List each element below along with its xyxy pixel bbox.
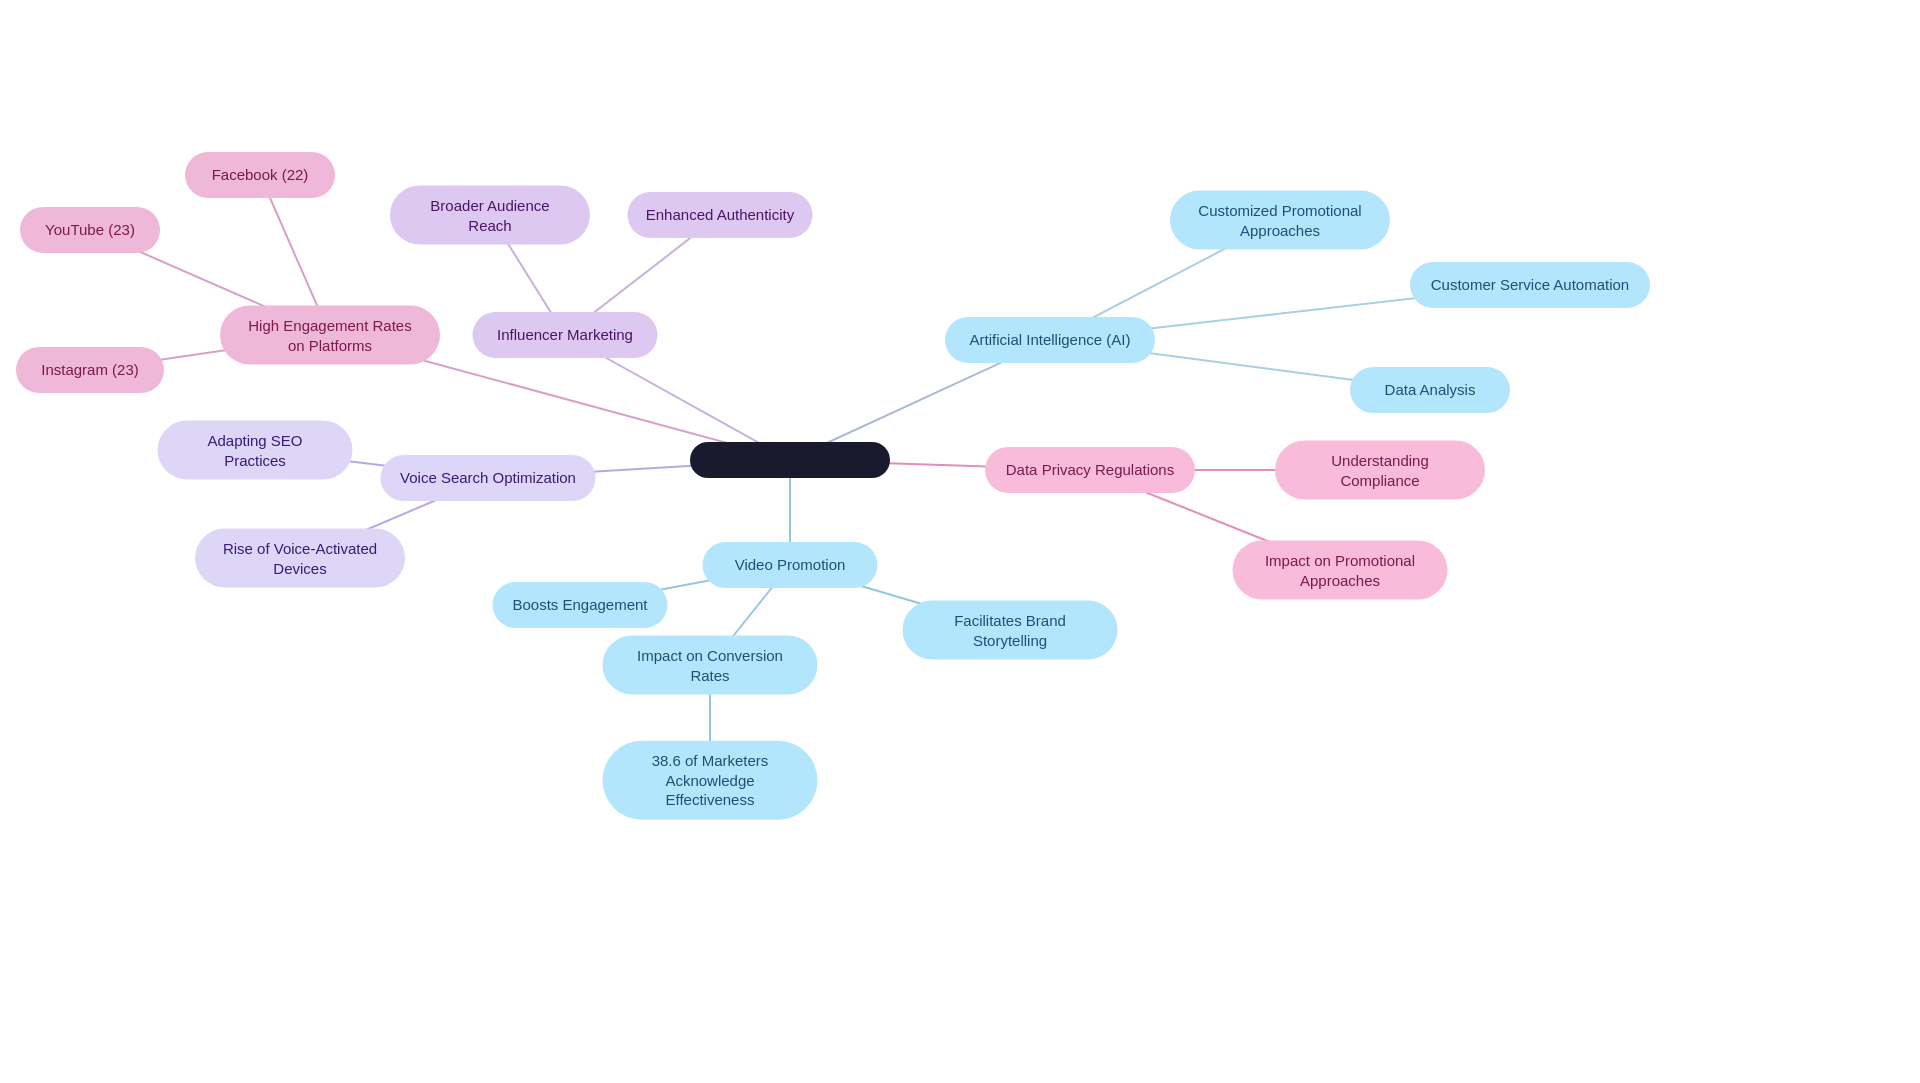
instagram-node[interactable]: Instagram (23) (16, 347, 164, 393)
understanding-compliance-node[interactable]: Understanding Compliance (1275, 441, 1485, 500)
broader-node[interactable]: Broader Audience Reach (390, 186, 590, 245)
center-node[interactable] (690, 442, 890, 478)
ai-node[interactable]: Artificial Intelligence (AI) (945, 317, 1155, 363)
influencer-node[interactable]: Influencer Marketing (473, 312, 658, 358)
youtube-node[interactable]: YouTube (23) (20, 207, 160, 253)
impact-conversion-node[interactable]: Impact on Conversion Rates (603, 636, 818, 695)
enhanced-node[interactable]: Enhanced Authenticity (628, 192, 813, 238)
data-analysis-node[interactable]: Data Analysis (1350, 367, 1510, 413)
data-privacy-node[interactable]: Data Privacy Regulations (985, 447, 1195, 493)
customer-service-node[interactable]: Customer Service Automation (1410, 262, 1650, 308)
facilitates-node[interactable]: Facilitates Brand Storytelling (903, 601, 1118, 660)
38-6-node[interactable]: 38.6 of Marketers Acknowledge Effectiven… (603, 741, 818, 820)
adapting-seo-node[interactable]: Adapting SEO Practices (158, 421, 353, 480)
facebook-node[interactable]: Facebook (22) (185, 152, 335, 198)
rise-voice-node[interactable]: Rise of Voice-Activated Devices (195, 529, 405, 588)
customized-node[interactable]: Customized Promotional Approaches (1170, 191, 1390, 250)
voice-search-node[interactable]: Voice Search Optimization (381, 455, 596, 501)
video-promotion-node[interactable]: Video Promotion (703, 542, 878, 588)
boosts-engagement-node[interactable]: Boosts Engagement (493, 582, 668, 628)
high-engagement-node[interactable]: High Engagement Rates on Platforms (220, 306, 440, 365)
impact-promotional-node[interactable]: Impact on Promotional Approaches (1233, 541, 1448, 600)
